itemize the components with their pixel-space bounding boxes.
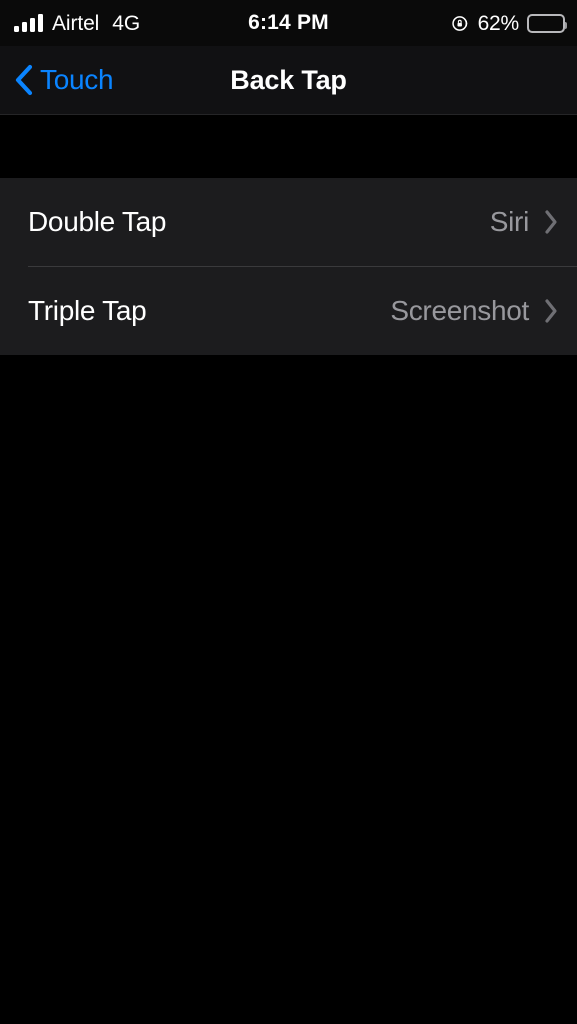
section-top-spacer xyxy=(0,115,577,178)
battery-icon xyxy=(527,13,567,33)
back-button[interactable]: Touch xyxy=(14,46,114,114)
status-bar-left: Airtel 4G xyxy=(14,0,140,46)
rotation-lock-icon xyxy=(451,14,470,33)
carrier-name: Airtel xyxy=(52,11,100,35)
back-button-label: Touch xyxy=(40,64,114,95)
chevron-left-icon xyxy=(14,63,34,97)
empty-area-below-list xyxy=(0,355,577,1024)
row-triple-tap[interactable]: Triple Tap Screenshot xyxy=(0,267,577,355)
navigation-bar: Touch Back Tap xyxy=(0,46,577,115)
chevron-right-icon xyxy=(543,208,559,236)
row-double-tap-value: Siri xyxy=(489,206,530,237)
status-bar-right: 62% xyxy=(451,0,567,46)
page-title: Back Tap xyxy=(230,64,347,95)
content-area: Double Tap Siri Triple Tap Screenshot xyxy=(0,115,577,1024)
battery-percent-label: 62% xyxy=(477,11,520,35)
status-time: 6:14 PM xyxy=(248,11,329,34)
row-triple-tap-value: Screenshot xyxy=(390,295,529,326)
row-triple-tap-label: Triple Tap xyxy=(28,295,147,326)
chevron-right-icon xyxy=(543,297,559,325)
status-bar: Airtel 4G 6:14 PM 62% xyxy=(0,0,577,46)
back-tap-settings-group: Double Tap Siri Triple Tap Screenshot xyxy=(0,178,577,355)
signal-bars-icon xyxy=(14,14,43,32)
row-double-tap[interactable]: Double Tap Siri xyxy=(0,178,577,266)
row-double-tap-label: Double Tap xyxy=(28,206,167,237)
app-screen: Airtel 4G 6:14 PM 62% Touch Back Tap Dou… xyxy=(0,0,577,1024)
network-type: 4G xyxy=(112,11,141,35)
